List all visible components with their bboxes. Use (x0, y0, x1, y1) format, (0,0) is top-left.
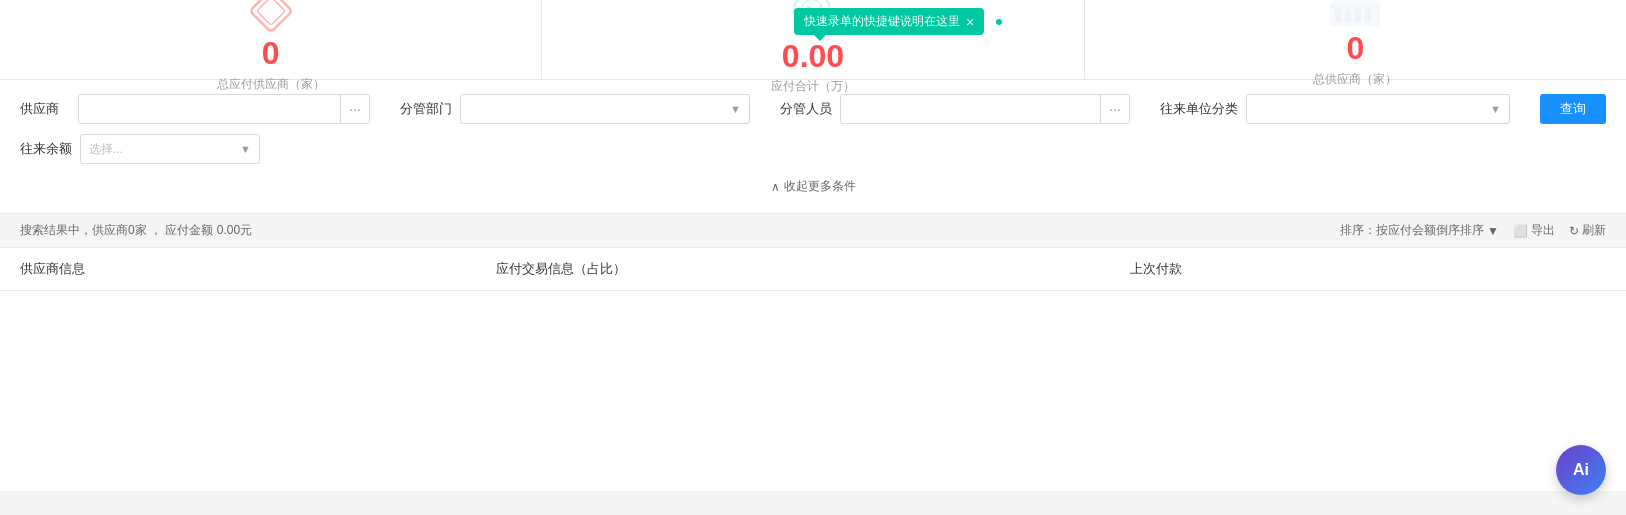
collapse-button[interactable]: ∧ 收起更多条件 (20, 174, 1606, 205)
svg-rect-0 (249, 0, 291, 33)
refresh-button[interactable]: ↻ 刷新 (1569, 222, 1606, 239)
supplier-input-wrapper[interactable]: ··· (78, 94, 370, 124)
dept-label: 分管部门 (400, 100, 452, 118)
dept-select[interactable]: ▼ (460, 94, 750, 124)
filter-person: 分管人员 ··· (780, 94, 1130, 124)
shortcut-tooltip: 快速录单的快捷键说明在这里 × (794, 8, 984, 35)
collapse-arrow-icon: ∧ (771, 180, 780, 194)
tooltip-dot (994, 17, 1004, 27)
stat-payable-total: 快速录单的快捷键说明在这里 × 0.00 应付合计（万） (542, 0, 1084, 79)
results-amount: 应付金额 0.00元 (165, 223, 252, 237)
unit-class-arrow-icon: ▼ (1490, 103, 1501, 115)
unit-class-label: 往来单位分类 (1160, 100, 1238, 118)
bank-icon (1325, 0, 1385, 31)
diamond-icon (246, 0, 296, 36)
stat-total-payable: 0 总应付供应商（家） (0, 0, 542, 79)
export-label: 导出 (1531, 222, 1555, 239)
table-header: 供应商信息 应付交易信息（占比） 上次付款 (0, 248, 1626, 291)
sort-arrow-icon: ▼ (1487, 224, 1499, 238)
supplier-input[interactable] (79, 95, 340, 123)
person-input-wrapper[interactable]: ··· (840, 94, 1130, 124)
export-button[interactable]: ⬜ 导出 (1513, 222, 1555, 239)
person-dots-btn[interactable]: ··· (1100, 95, 1129, 123)
refresh-label: 刷新 (1582, 222, 1606, 239)
collapse-text: 收起更多条件 (784, 178, 856, 195)
stat-suppliers-number: 0 (1346, 31, 1364, 66)
filter-balance: 往来余额 选择... ▼ (20, 134, 320, 164)
results-text: 搜索结果中，供应商0家 (20, 223, 147, 237)
stat-total-suppliers: 0 总供应商（家） (1085, 0, 1626, 79)
filter-unit-class: 往来单位分类 ▼ (1160, 94, 1510, 124)
results-actions: 排序：按应付会额倒序排序 ▼ ⬜ 导出 ↻ 刷新 (1340, 222, 1606, 239)
balance-select-text: 选择... (89, 141, 240, 158)
supplier-label: 供应商 (20, 100, 70, 118)
query-button[interactable]: 查询 (1540, 94, 1606, 124)
tooltip-close-btn[interactable]: × (966, 15, 974, 29)
balance-label: 往来余额 (20, 140, 72, 158)
top-stats-bar: 0 总应付供应商（家） 快速录单的快捷键说明在这里 × 0.00 应付合计（万） (0, 0, 1626, 80)
diamond-icon-area (246, 0, 296, 36)
svg-rect-9 (1355, 9, 1361, 22)
svg-marker-11 (1330, 0, 1380, 3)
filter-dept: 分管部门 ▼ (400, 94, 750, 124)
tooltip-text: 快速录单的快捷键说明在这里 (804, 13, 960, 30)
filter-supplier: 供应商 ··· (20, 94, 370, 124)
results-bar: 搜索结果中，供应商0家 ， 应付金额 0.00元 排序：按应付会额倒序排序 ▼ … (0, 214, 1626, 248)
sort-label: 排序：按应付会额倒序排序 (1340, 222, 1484, 239)
filter-area: 供应商 ··· 分管部门 ▼ 分管人员 ··· 往来单位分 (0, 80, 1626, 214)
table-col-transaction: 应付交易信息（占比） (496, 260, 1130, 278)
stat-total-label: 应付合计（万） (771, 78, 855, 95)
results-separator: ， (150, 223, 162, 237)
svg-rect-6 (1330, 3, 1380, 8)
person-label: 分管人员 (780, 100, 832, 118)
table-body (0, 291, 1626, 491)
ai-button[interactable]: Ai (1556, 445, 1606, 491)
stat-payable-number: 0 (262, 36, 280, 71)
balance-select[interactable]: 选择... ▼ (80, 134, 260, 164)
svg-rect-10 (1365, 9, 1371, 22)
results-info: 搜索结果中，供应商0家 ， 应付金额 0.00元 (20, 222, 252, 239)
person-input[interactable] (841, 95, 1100, 123)
refresh-icon: ↻ (1569, 224, 1579, 238)
export-icon: ⬜ (1513, 224, 1528, 238)
filter-row-2: 往来余额 选择... ▼ (20, 134, 1606, 164)
dept-arrow-icon: ▼ (730, 103, 741, 115)
stat-suppliers-label: 总供应商（家） (1313, 71, 1397, 88)
svg-rect-7 (1335, 9, 1341, 22)
table-col-last-payment: 上次付款 (1130, 260, 1606, 278)
svg-rect-8 (1345, 9, 1351, 22)
table-col-supplier-info: 供应商信息 (20, 260, 496, 278)
stat-total-number: 0.00 (782, 39, 844, 74)
filter-row-1: 供应商 ··· 分管部门 ▼ 分管人员 ··· 往来单位分 (20, 94, 1606, 124)
stat-payable-label: 总应付供应商（家） (217, 76, 325, 93)
balance-arrow-icon: ▼ (240, 143, 251, 155)
unit-class-select[interactable]: ▼ (1246, 94, 1510, 124)
bank-icon-area (1325, 0, 1385, 31)
supplier-dots-btn[interactable]: ··· (340, 95, 369, 123)
sort-dropdown[interactable]: 排序：按应付会额倒序排序 ▼ (1340, 222, 1499, 239)
